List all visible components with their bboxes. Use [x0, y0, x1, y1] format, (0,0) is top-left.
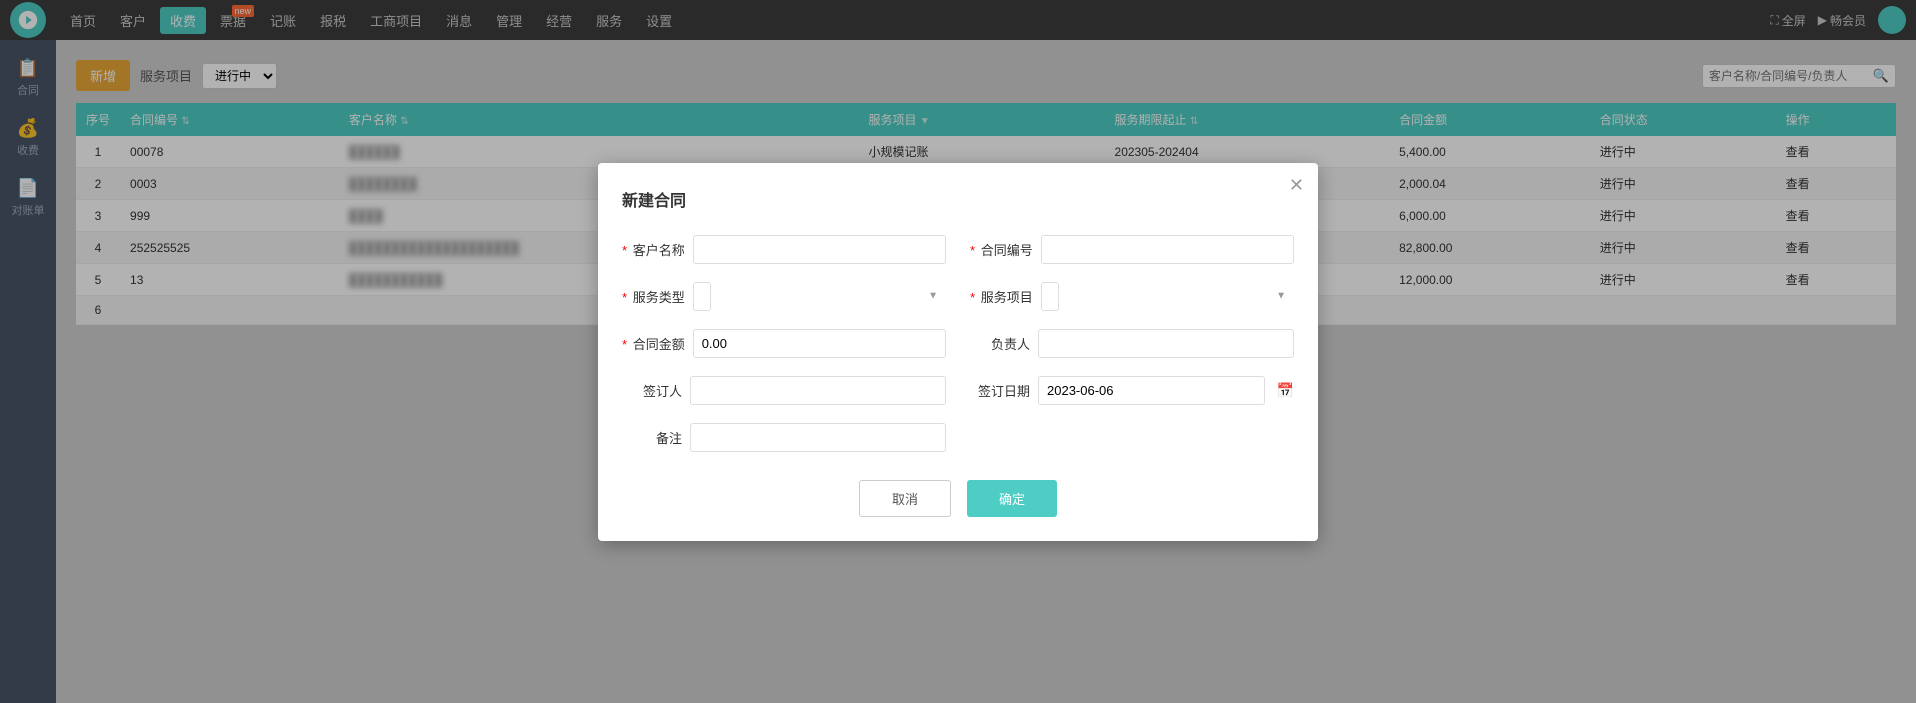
form-row-4: 签订人 签订日期 📅 — [622, 376, 1294, 405]
modal-close-button[interactable]: ✕ — [1289, 175, 1304, 196]
form-field-responsible: 负责人 — [970, 329, 1294, 358]
required-star-2: * — [970, 243, 975, 258]
form-field-amount: * 合同金额 — [622, 329, 946, 358]
required-star-1: * — [622, 243, 627, 258]
form-field-customer-name: * 客户名称 — [622, 235, 946, 264]
form-field-notes: 备注 — [622, 423, 946, 452]
new-contract-modal: 新建合同 ✕ * 客户名称 * 合同编号 — [598, 163, 1318, 541]
responsible-person-input[interactable] — [1038, 329, 1294, 358]
responsible-label: 负责人 — [970, 334, 1030, 353]
required-star-4: * — [970, 290, 975, 305]
form-row-1: * 客户名称 * 合同编号 — [622, 235, 1294, 264]
contract-no-label: * 合同编号 — [970, 240, 1033, 259]
form-row-2: * 服务类型 * 服务项目 — [622, 282, 1294, 311]
form-field-service-item: * 服务项目 — [970, 282, 1294, 311]
modal-footer: 取消 确定 — [622, 480, 1294, 517]
modal-overlay: 新建合同 ✕ * 客户名称 * 合同编号 — [0, 0, 1916, 703]
form-field-signer: 签订人 — [622, 376, 946, 405]
contract-no-input[interactable] — [1041, 235, 1294, 264]
signer-label: 签订人 — [622, 381, 682, 400]
service-type-select[interactable] — [693, 282, 711, 311]
customer-name-input[interactable] — [693, 235, 946, 264]
form-row-3: * 合同金额 负责人 — [622, 329, 1294, 358]
form-row-5: 备注 — [622, 423, 1294, 452]
calendar-icon[interactable]: 📅 — [1277, 382, 1294, 399]
confirm-button[interactable]: 确定 — [967, 480, 1057, 517]
form-field-service-type: * 服务类型 — [622, 282, 946, 311]
form-field-sign-date: 签订日期 📅 — [970, 376, 1294, 405]
service-item-select-wrapper — [1041, 282, 1294, 311]
notes-input[interactable] — [690, 423, 946, 452]
service-type-label: * 服务类型 — [622, 287, 685, 306]
contract-amount-input[interactable] — [693, 329, 946, 358]
amount-label: * 合同金额 — [622, 334, 685, 353]
cancel-button[interactable]: 取消 — [859, 480, 951, 517]
required-star-5: * — [622, 337, 627, 352]
service-item-select[interactable] — [1041, 282, 1059, 311]
service-type-select-wrapper — [693, 282, 946, 311]
customer-name-label: * 客户名称 — [622, 240, 685, 259]
signer-input[interactable] — [690, 376, 946, 405]
service-item-label: * 服务项目 — [970, 287, 1033, 306]
form-field-contract-no: * 合同编号 — [970, 235, 1294, 264]
sign-date-label: 签订日期 — [970, 381, 1030, 400]
required-star-3: * — [622, 290, 627, 305]
sign-date-input[interactable] — [1038, 376, 1265, 405]
modal-title: 新建合同 — [622, 187, 1294, 211]
notes-label: 备注 — [622, 428, 682, 447]
